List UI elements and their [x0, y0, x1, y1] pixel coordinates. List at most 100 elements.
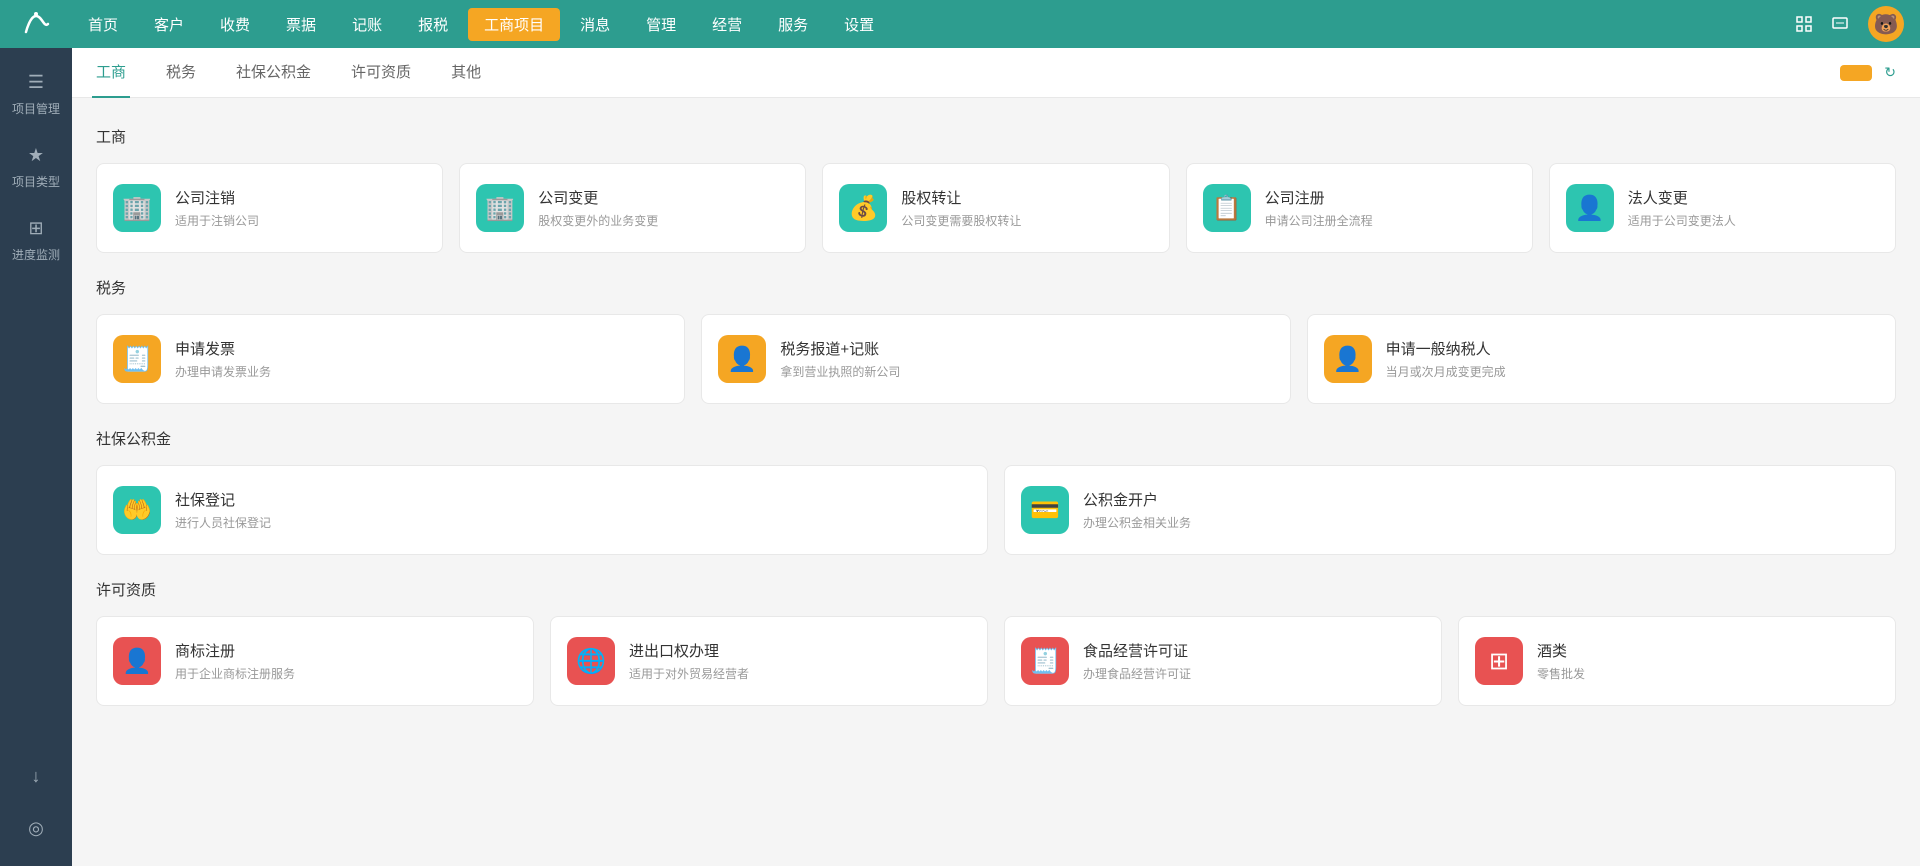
sidebar-icon: ⊞: [22, 214, 50, 242]
nav-item-记账[interactable]: 记账: [336, 8, 398, 41]
nav-item-设置[interactable]: 设置: [828, 8, 890, 41]
service-card-公司变更[interactable]: 🏢公司变更股权变更外的业务变更: [459, 163, 806, 253]
service-card-申请一般纳税人[interactable]: 👤申请一般纳税人当月或次月成变更完成: [1307, 314, 1896, 404]
card-title: 公司注册: [1265, 187, 1516, 208]
section-title-工商: 工商: [96, 126, 1896, 147]
service-card-法人变更[interactable]: 👤 法人变更适用于公司变更法人: [1549, 163, 1896, 253]
card-title: 食品经营许可证: [1083, 640, 1425, 661]
card-title: 商标注册: [175, 640, 517, 661]
card-text: 商标注册用于企业商标注册服务: [175, 640, 517, 682]
scroll-content: 工商🏢公司注销适用于注销公司🏢公司变更股权变更外的业务变更💰股权转让公司变更需要…: [72, 98, 1920, 866]
card-icon: 🧾: [113, 335, 161, 383]
sidebar-bottom: ↓◎: [18, 750, 54, 866]
service-card-申请发票[interactable]: 🧾 申请发票办理申请发票业务: [96, 314, 685, 404]
sidebar-icon: ☰: [22, 68, 50, 96]
tab-其他[interactable]: 其他: [447, 48, 485, 99]
sidebar-bottom-item[interactable]: ◎: [18, 802, 54, 854]
cards-grid-工商: 🏢公司注销适用于注销公司🏢公司变更股权变更外的业务变更💰股权转让公司变更需要股权…: [96, 163, 1896, 253]
nav-items: 首页客户收费票据记账报税工商项目消息管理经营服务设置: [72, 8, 1796, 41]
card-text: 申请一般纳税人当月或次月成变更完成: [1386, 338, 1879, 380]
card-icon: 💰: [839, 184, 887, 232]
card-text: 公司注销适用于注销公司: [175, 187, 426, 229]
card-text: 申请发票办理申请发票业务: [175, 338, 668, 380]
nav-item-经营[interactable]: 经营: [696, 8, 758, 41]
service-card-公司注销[interactable]: 🏢公司注销适用于注销公司: [96, 163, 443, 253]
card-icon: 💳: [1021, 486, 1069, 534]
sidebar-bottom-icon: ↓: [22, 762, 50, 790]
card-title: 股权转让: [901, 187, 1152, 208]
cards-grid-许可资质: 👤 商标注册用于企业商标注册服务 🌐 进出口权办理适用于对外贸易经营者 🧾 食品经营许可证…: [96, 616, 1896, 706]
card-text: 酒类零售批发: [1537, 640, 1879, 682]
card-icon: ⊞: [1475, 637, 1523, 685]
nav-item-报税[interactable]: 报税: [402, 8, 464, 41]
main-layout: ☰项目管理★项目类型⊞进度监测↓◎ 工商税务社保公积金许可资质其他 ↻ 工商🏢公…: [0, 48, 1920, 866]
service-card-食品经营许可证[interactable]: 🧾 食品经营许可证办理食品经营许可证: [1004, 616, 1442, 706]
nav-right: 🐻: [1796, 6, 1904, 42]
content-area: 工商税务社保公积金许可资质其他 ↻ 工商🏢公司注销适用于注销公司🏢公司变更股权变…: [72, 48, 1920, 866]
service-card-酒类[interactable]: ⊞ 酒类零售批发: [1458, 616, 1896, 706]
card-icon: 👤: [718, 335, 766, 383]
card-title: 公司注销: [175, 187, 426, 208]
tab-税务[interactable]: 税务: [162, 48, 200, 99]
nav-item-管理[interactable]: 管理: [630, 8, 692, 41]
tab-actions: ↻: [1840, 64, 1900, 81]
service-card-税务报道+记账[interactable]: 👤 税务报道+记账拿到营业执照的新公司: [701, 314, 1290, 404]
cards-grid-税务: 🧾 申请发票办理申请发票业务 👤 税务报道+记账拿到营业执照的新公司 👤申请一般纳税人当…: [96, 314, 1896, 404]
service-card-进出口权办理[interactable]: 🌐 进出口权办理适用于对外贸易经营者: [550, 616, 988, 706]
fullscreen-button[interactable]: [1796, 16, 1816, 32]
tab-社保公积金[interactable]: 社保公积金: [232, 48, 315, 99]
card-title: 法人变更: [1628, 187, 1879, 208]
sidebar-item-项目管理[interactable]: ☰项目管理: [0, 56, 72, 129]
service-card-社保登记[interactable]: 🤲社保登记进行人员社保登记: [96, 465, 988, 555]
card-desc: 适用于注销公司: [175, 212, 426, 229]
service-card-公司注册[interactable]: 📋 公司注册申请公司注册全流程: [1186, 163, 1533, 253]
nav-item-客户[interactable]: 客户: [138, 8, 200, 41]
tab-bar: 工商税务社保公积金许可资质其他 ↻: [72, 48, 1920, 98]
card-title: 进出口权办理: [629, 640, 971, 661]
card-icon: 📋: [1203, 184, 1251, 232]
nav-item-收费[interactable]: 收费: [204, 8, 266, 41]
card-text: 食品经营许可证办理食品经营许可证: [1083, 640, 1425, 682]
logo[interactable]: [16, 4, 56, 44]
section-title-许可资质: 许可资质: [96, 579, 1896, 600]
service-card-股权转让[interactable]: 💰 股权转让公司变更需要股权转让: [822, 163, 1169, 253]
tab-许可资质[interactable]: 许可资质: [347, 48, 415, 99]
card-desc: 当月或次月成变更完成: [1386, 363, 1879, 380]
card-title: 公积金开户: [1083, 489, 1879, 510]
member-button[interactable]: [1832, 16, 1852, 32]
add-type-button[interactable]: [1840, 65, 1872, 81]
sidebar-item-项目类型[interactable]: ★项目类型: [0, 129, 72, 202]
nav-item-工商项目[interactable]: 工商项目: [468, 8, 560, 41]
card-desc: 用于企业商标注册服务: [175, 665, 517, 682]
refresh-button[interactable]: ↻: [1884, 64, 1900, 81]
sidebar-bottom-item[interactable]: ↓: [18, 750, 54, 802]
card-title: 社保登记: [175, 489, 971, 510]
card-text: 进出口权办理适用于对外贸易经营者: [629, 640, 971, 682]
card-icon: 🧾: [1021, 637, 1069, 685]
nav-item-消息[interactable]: 消息: [564, 8, 626, 41]
card-desc: 适用于公司变更法人: [1628, 212, 1879, 229]
card-icon: 👤: [1566, 184, 1614, 232]
tab-工商[interactable]: 工商: [92, 48, 130, 99]
card-title: 酒类: [1537, 640, 1879, 661]
card-desc: 申请公司注册全流程: [1265, 212, 1516, 229]
card-text: 公积金开户办理公积金相关业务: [1083, 489, 1879, 531]
card-title: 公司变更: [538, 187, 789, 208]
sidebar: ☰项目管理★项目类型⊞进度监测↓◎: [0, 48, 72, 866]
cards-grid-社保公积金: 🤲社保登记进行人员社保登记 💳 公积金开户办理公积金相关业务: [96, 465, 1896, 555]
nav-item-票据[interactable]: 票据: [270, 8, 332, 41]
sidebar-item-进度监测[interactable]: ⊞进度监测: [0, 202, 72, 275]
card-desc: 办理公积金相关业务: [1083, 514, 1879, 531]
nav-item-首页[interactable]: 首页: [72, 8, 134, 41]
card-text: 税务报道+记账拿到营业执照的新公司: [780, 338, 1273, 380]
service-card-商标注册[interactable]: 👤 商标注册用于企业商标注册服务: [96, 616, 534, 706]
service-card-公积金开户[interactable]: 💳 公积金开户办理公积金相关业务: [1004, 465, 1896, 555]
card-title: 税务报道+记账: [780, 338, 1273, 359]
card-text: 社保登记进行人员社保登记: [175, 489, 971, 531]
nav-item-服务[interactable]: 服务: [762, 8, 824, 41]
card-desc: 股权变更外的业务变更: [538, 212, 789, 229]
card-desc: 公司变更需要股权转让: [901, 212, 1152, 229]
user-avatar[interactable]: 🐻: [1868, 6, 1904, 42]
card-icon: 🌐: [567, 637, 615, 685]
card-icon: 👤: [113, 637, 161, 685]
